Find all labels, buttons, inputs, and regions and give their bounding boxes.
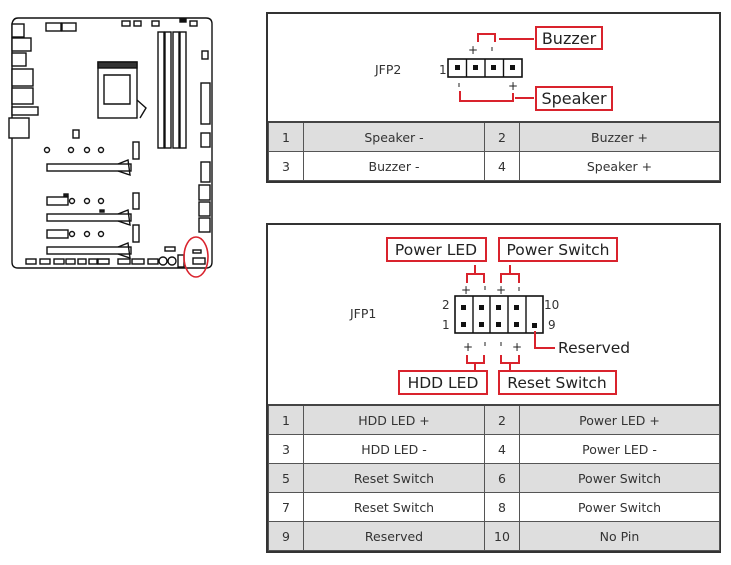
jfp2-pin-table: 1 Speaker - 2 Buzzer + 3 Buzzer - 4 Spea… (268, 121, 720, 181)
pin-signal: Power Switch (519, 463, 720, 493)
pin-number: 7 (268, 492, 304, 522)
jfp2-pin-one-label: 1 (439, 63, 447, 77)
reserved-label: Reserved (558, 339, 630, 357)
hdd-led-label: HDD LED (408, 374, 479, 392)
jfp1-pin-3 (479, 322, 484, 327)
pin-number: 10 (484, 521, 520, 551)
pin-signal: HDD LED + (303, 404, 485, 435)
polarity-plus: + (463, 340, 473, 354)
pin-signal: Power Switch (519, 492, 720, 522)
jfp1-pin-8 (514, 305, 519, 310)
pin-number: 3 (268, 151, 304, 181)
jfp1-pinout-diagram: JFP1 2 1 10 9 + + + + Power LED Power Sw… (349, 237, 630, 395)
table-row: 1 HDD LED + 2 Power LED + (268, 404, 720, 435)
buzzer-label: Buzzer (542, 29, 597, 48)
jfp2-pin-3 (491, 65, 496, 70)
polarity-plus: + (496, 283, 506, 297)
board-outline (11, 17, 213, 269)
pin-number: 4 (484, 151, 520, 181)
pin-number: 8 (484, 492, 520, 522)
jfp1-pin-table: 1 HDD LED + 2 Power LED + 3 HDD LED - 4 … (268, 404, 720, 551)
reset-switch-label: Reset Switch (507, 374, 606, 392)
bottom-headers (25, 246, 206, 268)
pin-signal: Reserved (303, 521, 485, 551)
jfp2-header (447, 58, 523, 78)
power-led-label: Power LED (395, 241, 477, 259)
pin-number: 3 (268, 434, 304, 464)
jfp1-connector-name: JFP1 (349, 306, 376, 321)
jfp2-pinout-diagram: JFP2 1 + + Buzzer Speaker (374, 26, 613, 111)
pin-number: 5 (268, 463, 304, 493)
table-row: 7 Reset Switch 8 Power Switch (268, 492, 720, 522)
polarity-plus: + (508, 79, 518, 93)
jfp2-pin-2 (473, 65, 478, 70)
jfp2-pin-4 (510, 65, 515, 70)
rear-io-ports (8, 23, 39, 139)
dimm-slots (157, 31, 187, 149)
pin-signal: HDD LED - (303, 434, 485, 464)
jfp1-pin-4 (479, 305, 484, 310)
speaker-label: Speaker (541, 89, 607, 108)
pin-signal: Speaker - (303, 121, 485, 152)
table-row: 1 Speaker - 2 Buzzer + (268, 121, 720, 152)
pcie-slots (46, 159, 132, 260)
pin-number: 4 (484, 434, 520, 464)
motherboard-diagram (8, 17, 213, 278)
pin-label-10: 10 (544, 298, 559, 312)
pin-signal: Reset Switch (303, 463, 485, 493)
jfp1-pin-1 (461, 322, 466, 327)
jfp2-pin-1 (455, 65, 460, 70)
polarity-plus: + (468, 43, 478, 57)
jfp1-pin-5 (496, 322, 501, 327)
pin-signal: Reset Switch (303, 492, 485, 522)
jfp1-panel: JFP1 2 1 10 9 + + + + Power LED Power Sw… (266, 223, 721, 553)
power-switch-label: Power Switch (506, 241, 609, 259)
pin-label-9: 9 (548, 318, 556, 332)
jfp1-pin-2 (461, 305, 466, 310)
table-row: 3 HDD LED - 4 Power LED - (268, 434, 720, 464)
polarity-plus: + (512, 340, 522, 354)
pin-number: 2 (484, 121, 520, 152)
pin-number: 2 (484, 404, 520, 435)
pin-label-2: 2 (442, 298, 450, 312)
jfp2-connector-name: JFP2 (374, 62, 401, 77)
jfp1-header (454, 295, 544, 334)
pin-signal: Power LED - (519, 434, 720, 464)
pin-number: 9 (268, 521, 304, 551)
jfp1-pin-6 (496, 305, 501, 310)
table-row: 3 Buzzer - 4 Speaker + (268, 151, 720, 181)
pin-signal: Power LED + (519, 404, 720, 435)
pin-signal: Buzzer + (519, 121, 720, 152)
front-panel-location-highlight (183, 236, 209, 278)
pin-signal: No Pin (519, 521, 720, 551)
jfp2-panel: JFP2 1 + + Buzzer Speaker 1 Speaker - 2 … (266, 12, 721, 183)
jfp1-pin-9 (532, 323, 537, 328)
pin-signal: Buzzer - (303, 151, 485, 181)
table-row: 9 Reserved 10 No Pin (268, 521, 720, 551)
polarity-plus: + (461, 283, 471, 297)
table-row: 5 Reset Switch 6 Power Switch (268, 463, 720, 493)
pin-signal: Speaker + (519, 151, 720, 181)
pin-label-1: 1 (442, 318, 450, 332)
cpu-socket (97, 61, 147, 119)
jfp1-pin-7 (514, 322, 519, 327)
pin-number: 6 (484, 463, 520, 493)
pin-number: 1 (268, 121, 304, 152)
pin-number: 1 (268, 404, 304, 435)
